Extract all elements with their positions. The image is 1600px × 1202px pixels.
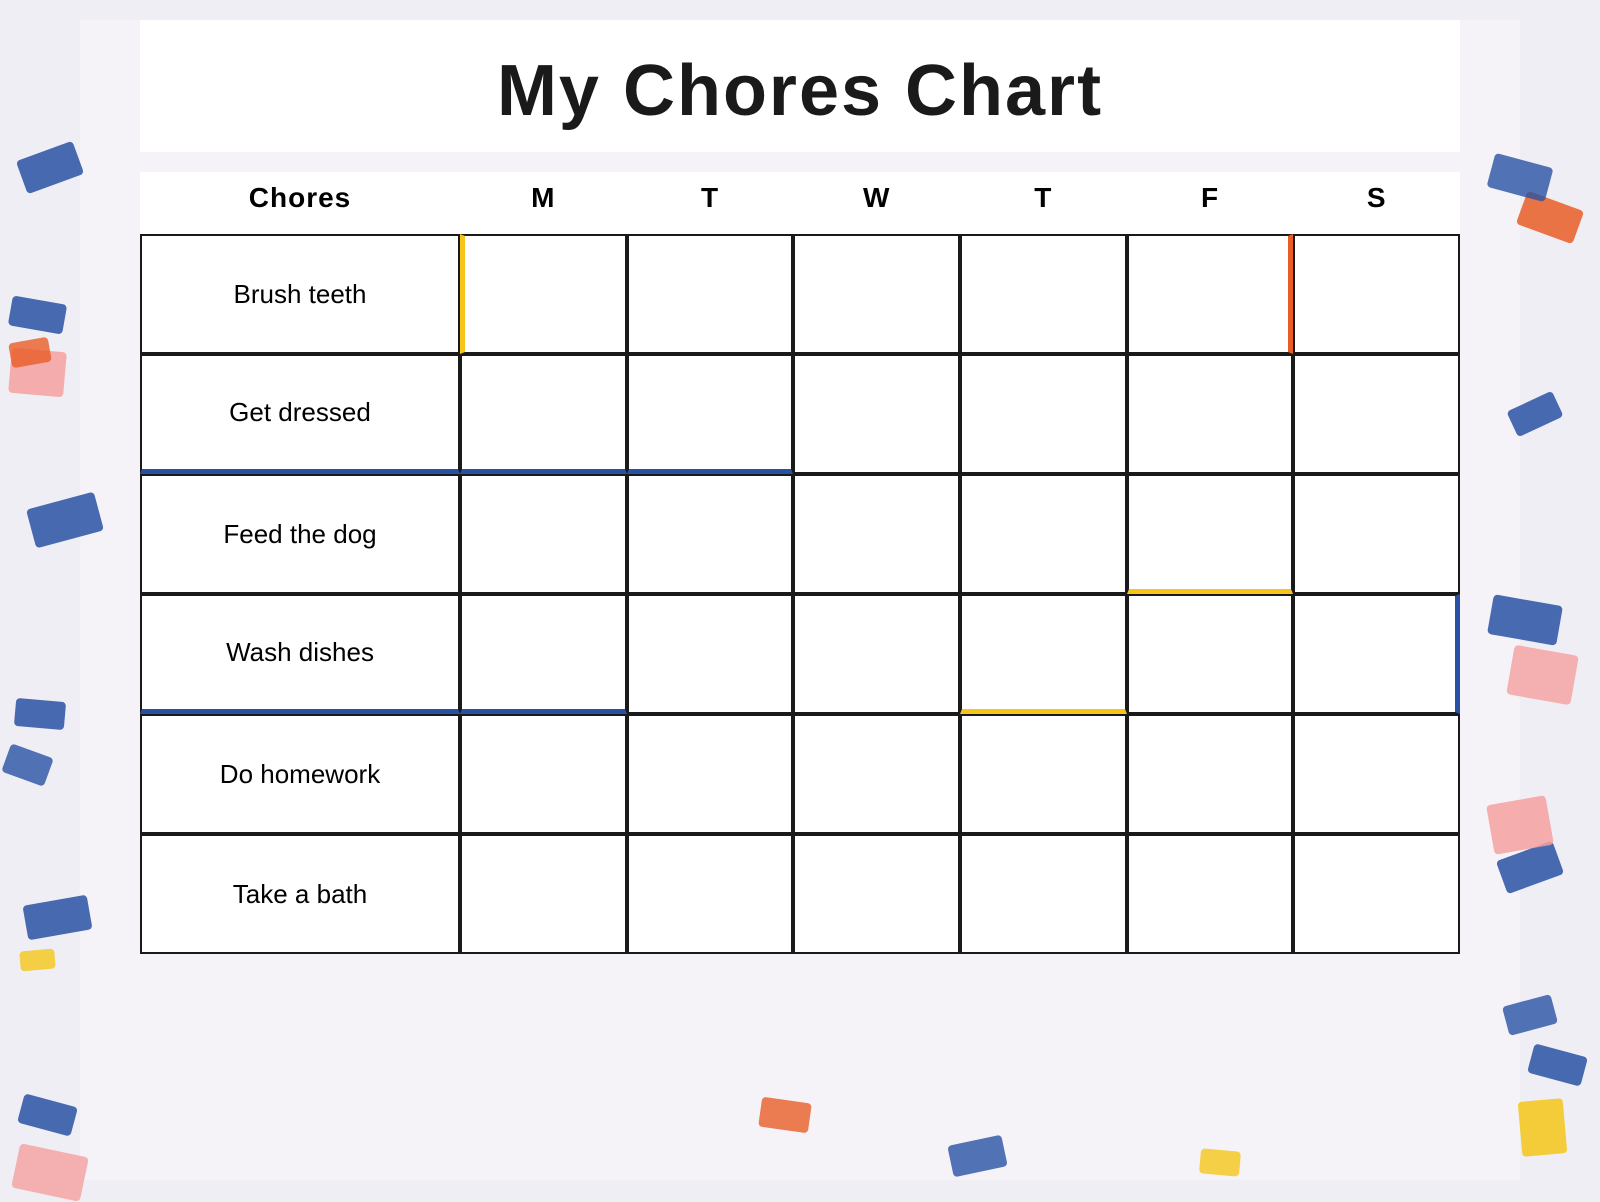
chore-3-day-3[interactable] — [793, 474, 960, 594]
decoration-0 — [16, 141, 84, 194]
chore-2-day-1[interactable] — [460, 354, 627, 474]
day-header-t1: T — [627, 172, 794, 224]
chore-6-day-3[interactable] — [793, 834, 960, 954]
chore-3-day-6[interactable] — [1293, 474, 1460, 594]
chore-2-day-6[interactable] — [1293, 354, 1460, 474]
chores-column-header: Chores — [140, 172, 460, 224]
chore-5-day-2[interactable] — [627, 714, 794, 834]
chore-3-day-1[interactable] — [460, 474, 627, 594]
chore-6-day-2[interactable] — [627, 834, 794, 954]
chore-label-1: Brush teeth — [140, 234, 460, 354]
chore-5-day-5[interactable] — [1127, 714, 1294, 834]
decoration-1 — [8, 295, 67, 334]
chore-3-day-4[interactable] — [960, 474, 1127, 594]
extra-decoration-6 — [11, 1143, 89, 1202]
decoration-12 — [1527, 1043, 1588, 1086]
chore-label-6: Take a bath — [140, 834, 460, 954]
decoration-5 — [17, 1093, 78, 1136]
chore-row-3: Feed the dog — [140, 474, 1460, 594]
chore-1-day-3[interactable] — [793, 234, 960, 354]
chore-1-day-4[interactable] — [960, 234, 1127, 354]
chore-4-day-3[interactable] — [793, 594, 960, 714]
chore-6-day-6[interactable] — [1293, 834, 1460, 954]
chore-row-1: Brush teeth — [140, 234, 1460, 354]
chore-6-day-5[interactable] — [1127, 834, 1294, 954]
chore-row-6: Take a bath — [140, 834, 1460, 954]
chore-2-day-2[interactable] — [627, 354, 794, 474]
chore-row-4: Wash dishes — [140, 594, 1460, 714]
chore-1-day-1[interactable] — [460, 234, 627, 354]
chore-label-5: Do homework — [140, 714, 460, 834]
chart-container: Chores M T W T F S Brush teeth Get dress… — [140, 172, 1460, 954]
chart-header: Chores M T W T F S — [140, 172, 1460, 234]
chore-6-day-4[interactable] — [960, 834, 1127, 954]
chore-4-day-2[interactable] — [627, 594, 794, 714]
page-title: My Chores Chart — [160, 50, 1440, 132]
chore-5-day-4[interactable] — [960, 714, 1127, 834]
chore-5-day-6[interactable] — [1293, 714, 1460, 834]
chore-4-day-1[interactable] — [460, 594, 627, 714]
chore-5-day-3[interactable] — [793, 714, 960, 834]
chore-4-day-6[interactable] — [1293, 594, 1460, 714]
chore-3-day-5[interactable] — [1127, 474, 1294, 594]
chore-3-day-2[interactable] — [627, 474, 794, 594]
extra-decoration-4 — [19, 949, 56, 972]
decoration-6 — [1516, 191, 1584, 244]
decoration-3 — [14, 698, 66, 730]
chore-label-3: Feed the dog — [140, 474, 460, 594]
chore-4-day-4[interactable] — [960, 594, 1127, 714]
chore-2-day-3[interactable] — [793, 354, 960, 474]
page-container: My Chores Chart Chores M T W T F S Brush… — [80, 20, 1520, 1180]
extra-decoration-9 — [1199, 1148, 1241, 1176]
day-header-m: M — [460, 172, 627, 224]
chore-label-2: Get dressed — [140, 354, 460, 474]
chore-2-day-5[interactable] — [1127, 354, 1294, 474]
chore-label-4: Wash dishes — [140, 594, 460, 714]
chore-2-day-4[interactable] — [960, 354, 1127, 474]
decoration-7 — [1518, 1098, 1568, 1157]
extra-decoration-3 — [1, 743, 54, 787]
chore-row-5: Do homework — [140, 714, 1460, 834]
chore-1-day-5[interactable] — [1127, 234, 1294, 354]
day-header-t2: T — [960, 172, 1127, 224]
chore-6-day-1[interactable] — [460, 834, 627, 954]
day-header-f: F — [1127, 172, 1294, 224]
title-area: My Chores Chart — [140, 20, 1460, 152]
chore-1-day-2[interactable] — [627, 234, 794, 354]
decoration-11 — [1486, 795, 1554, 855]
chore-1-day-6[interactable] — [1293, 234, 1460, 354]
day-header-s: S — [1293, 172, 1460, 224]
chore-4-day-5[interactable] — [1127, 594, 1294, 714]
chore-row-2: Get dressed — [140, 354, 1460, 474]
day-header-w: W — [793, 172, 960, 224]
chore-5-day-1[interactable] — [460, 714, 627, 834]
